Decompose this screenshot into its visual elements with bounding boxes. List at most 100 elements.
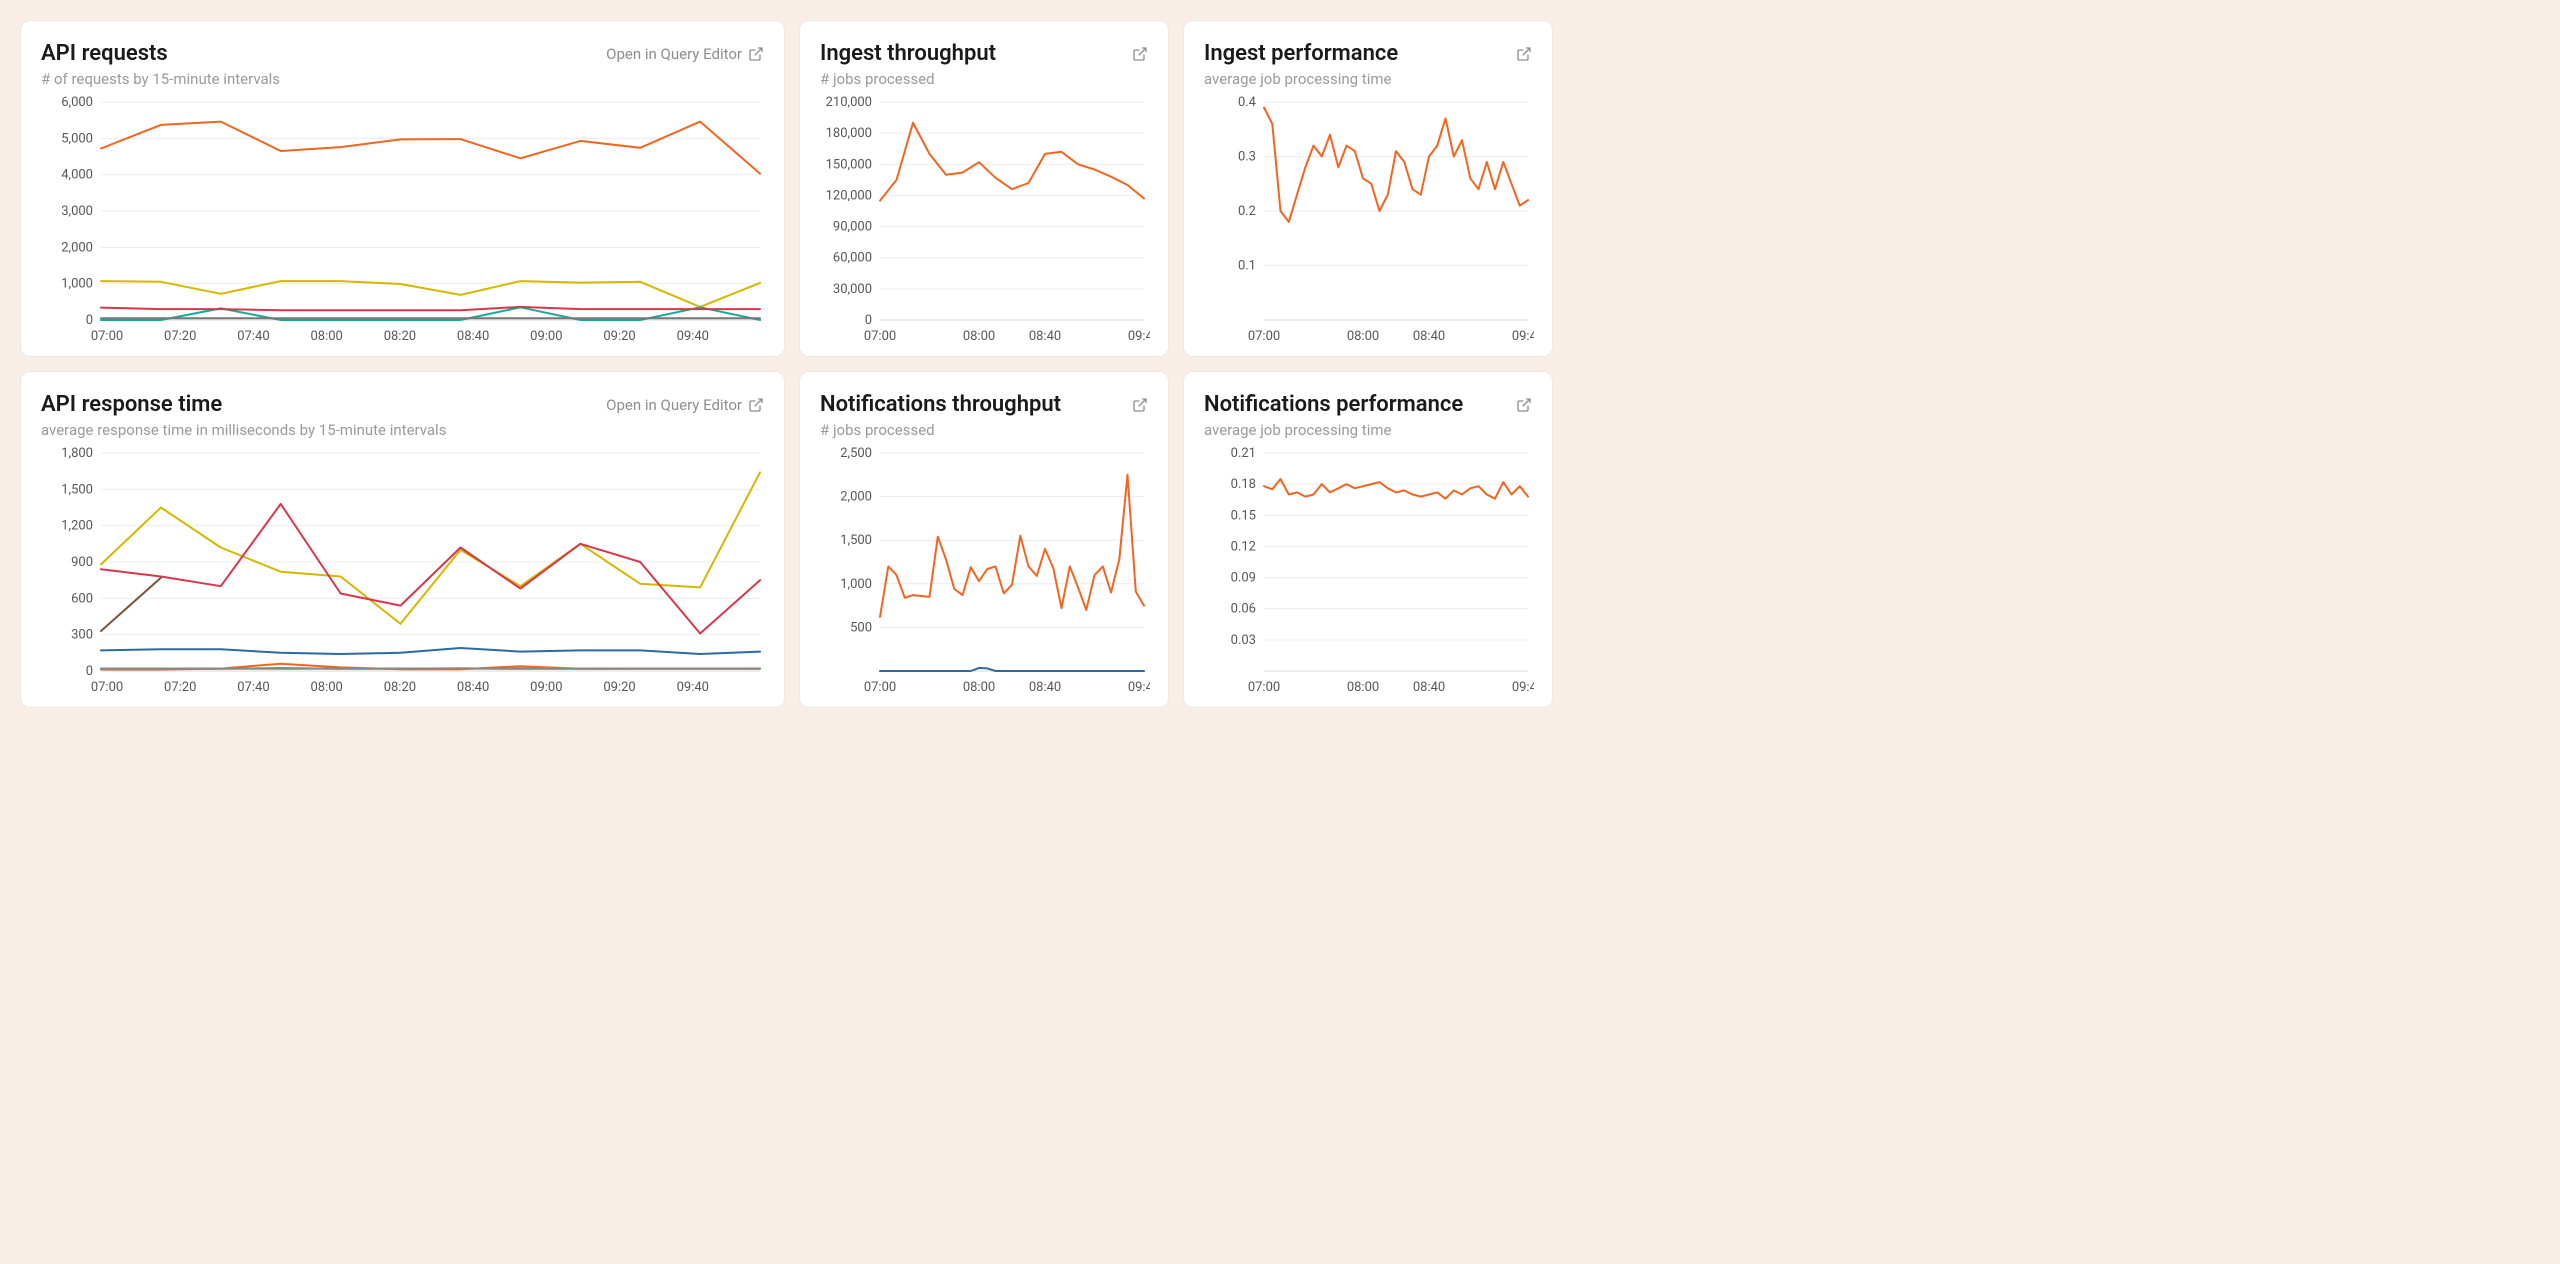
- svg-text:0.2: 0.2: [1238, 204, 1256, 219]
- external-link-icon: [748, 397, 764, 413]
- chart-api-requests: 01,0002,0003,0004,0005,0006,00007:0007:2…: [41, 94, 766, 344]
- svg-text:09:20: 09:20: [603, 329, 635, 344]
- svg-text:90,000: 90,000: [833, 220, 872, 235]
- panel-title: Ingest throughput: [820, 41, 996, 66]
- panel-notifications-performance: Notifications performance average job pr…: [1183, 371, 1553, 708]
- svg-text:0.18: 0.18: [1231, 477, 1256, 492]
- dashboard-grid: API requests Open in Query Editor # of r…: [20, 20, 1540, 708]
- svg-text:07:40: 07:40: [237, 680, 269, 695]
- svg-text:08:00: 08:00: [310, 329, 342, 344]
- panel-subtitle: average response time in milliseconds by…: [41, 421, 764, 439]
- svg-text:07:20: 07:20: [164, 329, 196, 344]
- svg-text:08:00: 08:00: [310, 680, 342, 695]
- svg-text:08:40: 08:40: [1029, 329, 1061, 344]
- svg-text:2,500: 2,500: [840, 446, 872, 461]
- svg-text:4,000: 4,000: [61, 168, 93, 183]
- svg-text:1,000: 1,000: [840, 577, 872, 592]
- svg-text:0.21: 0.21: [1231, 446, 1256, 461]
- open-query-editor-link[interactable]: [1516, 46, 1532, 62]
- svg-text:09:00: 09:00: [530, 329, 562, 344]
- svg-text:09:40: 09:40: [677, 680, 709, 695]
- open-query-editor-link[interactable]: Open in Query Editor: [606, 396, 764, 414]
- chart-ingest-throughput: 030,00060,00090,000120,000150,000180,000…: [820, 94, 1150, 344]
- svg-text:0.12: 0.12: [1231, 539, 1256, 554]
- panel-ingest-performance: Ingest performance average job processin…: [1183, 20, 1553, 357]
- svg-text:09:40: 09:40: [1128, 329, 1150, 344]
- svg-text:120,000: 120,000: [826, 188, 872, 203]
- svg-text:08:40: 08:40: [1413, 329, 1445, 344]
- svg-text:0.15: 0.15: [1231, 508, 1256, 523]
- external-link-icon: [1516, 397, 1532, 413]
- svg-text:1,200: 1,200: [61, 519, 93, 534]
- svg-text:07:00: 07:00: [91, 680, 123, 695]
- svg-text:0.03: 0.03: [1231, 633, 1256, 648]
- svg-text:150,000: 150,000: [826, 157, 872, 172]
- panel-title: API response time: [41, 392, 222, 417]
- external-link-icon: [1132, 397, 1148, 413]
- svg-text:6,000: 6,000: [61, 95, 93, 110]
- svg-text:08:00: 08:00: [963, 680, 995, 695]
- svg-text:1,800: 1,800: [61, 446, 93, 461]
- panel-title: Notifications performance: [1204, 392, 1463, 417]
- panel-title: Notifications throughput: [820, 392, 1061, 417]
- svg-text:0.09: 0.09: [1231, 571, 1256, 586]
- open-query-editor-link[interactable]: [1516, 397, 1532, 413]
- svg-text:900: 900: [71, 555, 93, 570]
- svg-text:08:40: 08:40: [457, 329, 489, 344]
- open-query-editor-link[interactable]: [1132, 397, 1148, 413]
- panel-subtitle: average job processing time: [1204, 70, 1532, 88]
- svg-text:300: 300: [71, 628, 93, 643]
- svg-text:600: 600: [71, 591, 93, 606]
- panel-api-requests: API requests Open in Query Editor # of r…: [20, 20, 785, 357]
- svg-text:1,500: 1,500: [840, 533, 872, 548]
- open-query-editor-link[interactable]: Open in Query Editor: [606, 45, 764, 63]
- svg-text:0.3: 0.3: [1238, 150, 1256, 165]
- open-query-editor-link[interactable]: [1132, 46, 1148, 62]
- svg-text:07:00: 07:00: [91, 329, 123, 344]
- svg-text:07:00: 07:00: [864, 329, 896, 344]
- svg-text:0: 0: [86, 664, 93, 679]
- chart-notifications-throughput: 500 1,000 1,500 2,000 2,500 07:00 08:00 08:40 09…: [820, 445, 1150, 695]
- svg-text:09:40: 09:40: [1512, 680, 1534, 695]
- svg-text:07:00: 07:00: [1248, 329, 1280, 344]
- panel-ingest-throughput: Ingest throughput # jobs processed 030,0…: [799, 20, 1169, 357]
- svg-text:07:00: 07:00: [1248, 680, 1280, 695]
- panel-subtitle: # jobs processed: [820, 421, 1148, 439]
- external-link-icon: [1516, 46, 1532, 62]
- svg-text:2,000: 2,000: [61, 240, 93, 255]
- svg-text:08:40: 08:40: [457, 680, 489, 695]
- open-link-label: Open in Query Editor: [606, 45, 742, 63]
- svg-text:0.06: 0.06: [1231, 602, 1256, 617]
- svg-text:09:40: 09:40: [677, 329, 709, 344]
- svg-text:500: 500: [850, 620, 872, 635]
- open-link-label: Open in Query Editor: [606, 396, 742, 414]
- panel-subtitle: # jobs processed: [820, 70, 1148, 88]
- svg-text:09:40: 09:40: [1128, 680, 1150, 695]
- svg-text:2,000: 2,000: [840, 490, 872, 505]
- external-link-icon: [748, 46, 764, 62]
- panel-subtitle: # of requests by 15-minute intervals: [41, 70, 764, 88]
- chart-notifications-performance: 0.030.060.090.120.150.180.2107:0008:0008…: [1204, 445, 1534, 695]
- svg-text:0: 0: [86, 313, 93, 328]
- panel-subtitle: average job processing time: [1204, 421, 1532, 439]
- svg-text:08:00: 08:00: [963, 329, 995, 344]
- svg-text:09:40: 09:40: [1512, 329, 1534, 344]
- panel-title: Ingest performance: [1204, 41, 1398, 66]
- svg-text:08:40: 08:40: [1029, 680, 1061, 695]
- svg-text:0.4: 0.4: [1238, 95, 1257, 110]
- svg-text:08:00: 08:00: [1347, 329, 1379, 344]
- svg-text:0.1: 0.1: [1238, 259, 1256, 274]
- svg-text:30,000: 30,000: [833, 282, 872, 297]
- svg-text:07:00: 07:00: [864, 680, 896, 695]
- svg-text:1,500: 1,500: [61, 482, 93, 497]
- svg-text:210,000: 210,000: [826, 95, 872, 110]
- panel-api-response: API response time Open in Query Editor a…: [20, 371, 785, 708]
- svg-text:08:00: 08:00: [1347, 680, 1379, 695]
- svg-text:60,000: 60,000: [833, 251, 872, 266]
- svg-text:07:40: 07:40: [237, 329, 269, 344]
- svg-text:1,000: 1,000: [61, 277, 93, 292]
- chart-api-response: 03006009001,2001,5001,80007:0007:2007:40…: [41, 445, 766, 695]
- svg-text:09:00: 09:00: [530, 680, 562, 695]
- svg-text:09:20: 09:20: [603, 680, 635, 695]
- svg-text:180,000: 180,000: [826, 126, 872, 141]
